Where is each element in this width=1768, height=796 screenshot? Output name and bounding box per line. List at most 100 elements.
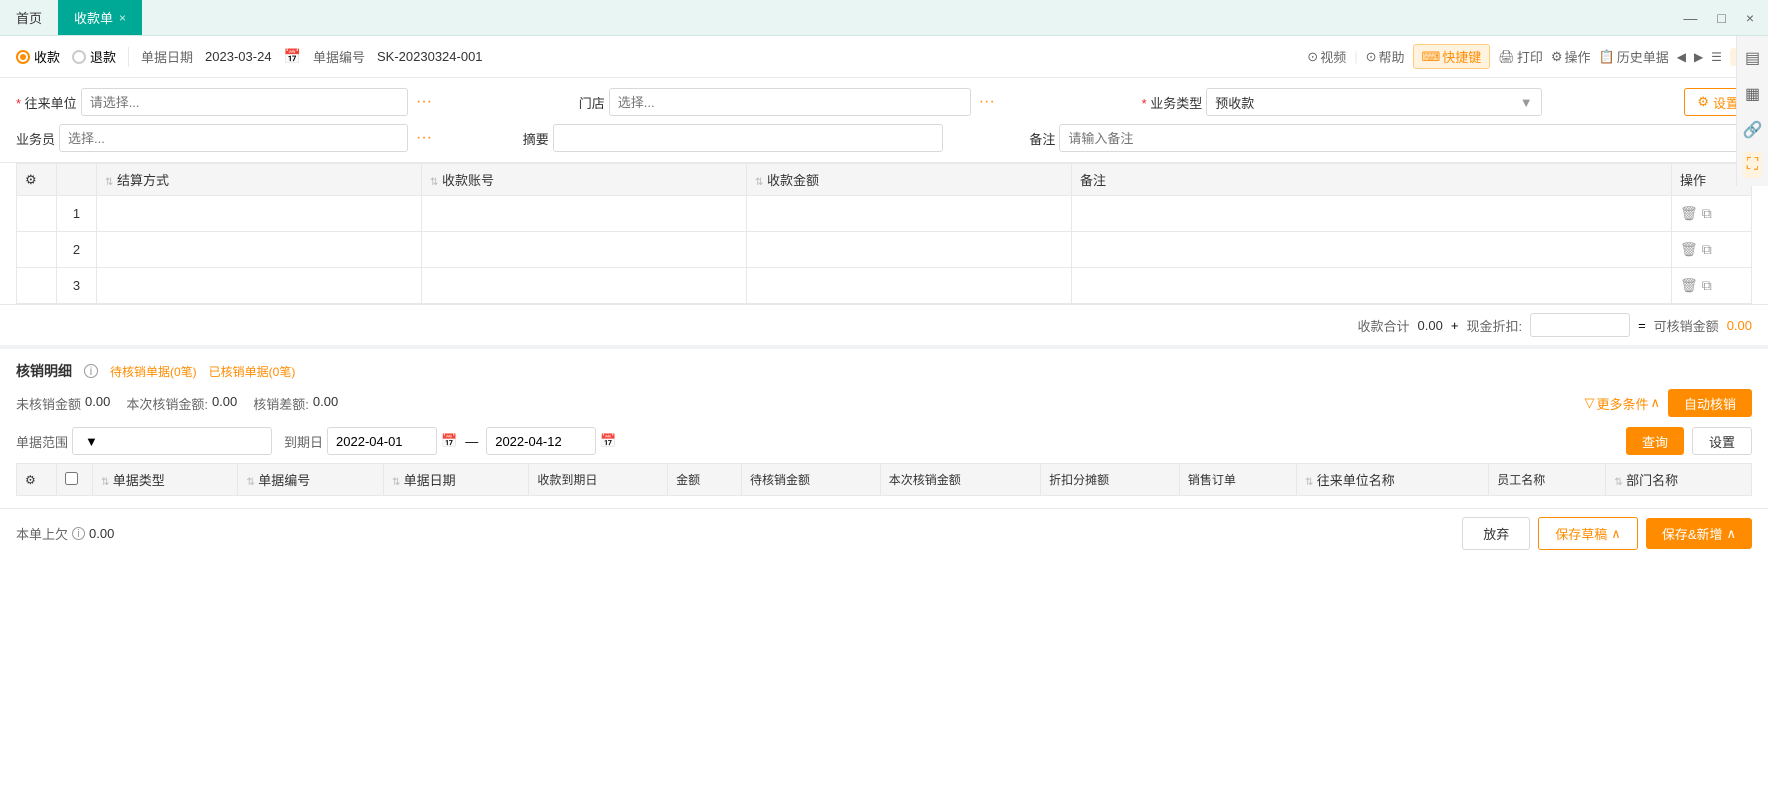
row3-amount[interactable] [747, 268, 1072, 304]
date-from-icon[interactable]: 📅 [441, 433, 457, 449]
row1-copy-icon[interactable]: ⧉ [1702, 205, 1712, 222]
video-link[interactable]: ⊙ 视频 [1307, 47, 1346, 66]
row3-delete-icon[interactable]: 🗑 [1680, 277, 1698, 294]
sidebar-icon-3[interactable]: 🔗 [1739, 116, 1767, 144]
counterpart-input[interactable] [81, 88, 408, 116]
footer-info-icon[interactable]: i [72, 527, 85, 540]
calendar-icon[interactable]: 📅 [284, 48, 301, 65]
save-new-label: 保存&新增 [1662, 524, 1723, 543]
row1-amount[interactable] [747, 196, 1072, 232]
save-new-button[interactable]: 保存&新增 ∧ [1646, 518, 1752, 549]
staff-more-icon[interactable]: ··· [412, 129, 436, 147]
receipt-radio[interactable]: 收款 [16, 47, 60, 66]
bt-col-sales-order: 销售订单 [1179, 464, 1296, 496]
more-conditions-link[interactable]: ▽ 更多条件 ∧ [1584, 394, 1660, 413]
range-select[interactable]: ▼ [72, 427, 272, 455]
row1-delete-icon[interactable]: 🗑 [1680, 205, 1698, 222]
business-type-select[interactable]: 预收款 ▼ [1206, 88, 1541, 116]
row1-ops: 🗑 ⧉ [1672, 196, 1752, 232]
layout-icon[interactable]: ☰ [1711, 50, 1722, 64]
writeoff-info-icon[interactable]: i [84, 364, 98, 378]
history-link[interactable]: 📋 历史单据 [1599, 47, 1669, 66]
row3-copy-icon[interactable]: ⧉ [1702, 277, 1712, 294]
save-draft-button[interactable]: 保存草稿 ∧ [1538, 517, 1638, 550]
col-amount-header: ⇅ 收款金额 [747, 164, 1072, 196]
due-date-field: 到期日 📅 — 📅 [284, 427, 616, 455]
auto-writeoff-button[interactable]: 自动核销 [1668, 389, 1752, 417]
writeoff-title: 核销明细 [16, 361, 72, 381]
row1-settlement[interactable] [97, 196, 422, 232]
row3-remark[interactable] [1072, 268, 1672, 304]
sidebar-icon-1[interactable]: ▤ [1741, 44, 1764, 72]
toolbar: 收款 退款 单据日期 2023-03-24 📅 单据编号 SK-20230324… [0, 36, 1768, 78]
current-label: 本单上欠 [16, 524, 68, 543]
current-value: 0.00 [89, 526, 114, 541]
save-draft-arrow: ∧ [1611, 526, 1621, 542]
save-draft-label: 保存草稿 [1555, 524, 1607, 543]
filter-settings-button[interactable]: 设置 [1692, 427, 1752, 455]
print-icon: 🖨 [1498, 49, 1515, 65]
date-to-icon[interactable]: 📅 [600, 433, 616, 449]
row2-remark[interactable] [1072, 232, 1672, 268]
col-settings-header[interactable]: ⚙ [17, 164, 57, 196]
query-button[interactable]: 查询 [1626, 427, 1684, 455]
row2-delete-icon[interactable]: 🗑 [1680, 241, 1698, 258]
row2-account[interactable] [422, 232, 747, 268]
writeoff-section: 核销明细 i 待核销单据(0笔) 已核销单据(0笔) 未核销金额 0.00 本次… [0, 345, 1768, 508]
refund-radio[interactable]: 退款 [72, 47, 116, 66]
tab-current[interactable]: 收款单 × [58, 0, 142, 35]
row2-settings [17, 232, 57, 268]
discount-input[interactable] [1530, 313, 1630, 337]
settings-gear-icon: ⚙ [1697, 94, 1709, 110]
staff-input[interactable] [59, 124, 408, 152]
data-table: ⚙ ⇅ 结算方式 ⇅ 收款账号 ⇅ 收款金额 备注 操作 1 [16, 163, 1752, 304]
tab-close-icon[interactable]: × [119, 11, 126, 25]
row2-settlement[interactable] [97, 232, 422, 268]
row3-account[interactable] [422, 268, 747, 304]
counterpart-more-icon[interactable]: ··· [412, 93, 436, 111]
row3-settings [17, 268, 57, 304]
pending-tab[interactable]: 待核销单据(0笔) [110, 363, 197, 380]
next-icon[interactable]: ▶ [1694, 50, 1703, 64]
operation-link[interactable]: ⚙ 操作 [1551, 47, 1591, 66]
abandon-button[interactable]: 放弃 [1462, 517, 1530, 550]
shortcut-link[interactable]: ⌨ 快捷键 [1413, 44, 1491, 69]
row2-copy-icon[interactable]: ⧉ [1702, 241, 1712, 258]
maximize-button[interactable]: □ [1711, 8, 1731, 28]
unrec-stat: 未核销金额 0.00 [16, 394, 110, 413]
store-more-icon[interactable]: ··· [975, 93, 999, 111]
summary-input[interactable] [553, 124, 943, 152]
sidebar-icon-2[interactable]: ▦ [1741, 80, 1764, 108]
remark-input[interactable] [1059, 124, 1752, 152]
video-icon: ⊙ [1307, 49, 1318, 65]
minimize-button[interactable]: — [1677, 8, 1703, 28]
print-link[interactable]: 🖨 打印 [1498, 47, 1543, 66]
range-field: 单据范围 ▼ [16, 427, 272, 455]
row3-settlement[interactable] [97, 268, 422, 304]
row1-remark[interactable] [1072, 196, 1672, 232]
sidebar-icon-4[interactable]: ⛶ [1743, 152, 1762, 178]
date-to-input[interactable] [486, 427, 596, 455]
bt-col-bill-no: ⇅ 单据编号 [238, 464, 383, 496]
writeoff-header: 核销明细 i 待核销单据(0笔) 已核销单据(0笔) [16, 361, 1752, 381]
row1-settings [17, 196, 57, 232]
staff-field: 业务员 ··· [16, 124, 436, 152]
bt-col-checkbox[interactable] [57, 464, 93, 496]
select-all-checkbox[interactable] [65, 472, 78, 485]
col-account-header: ⇅ 收款账号 [422, 164, 747, 196]
done-tab[interactable]: 已核销单据(0笔) [209, 363, 296, 380]
date-label: 单据日期 [141, 47, 193, 66]
store-label: 门店 [579, 93, 605, 112]
date-from-input[interactable] [327, 427, 437, 455]
close-button[interactable]: × [1740, 8, 1760, 28]
help-link[interactable]: ⊙ 帮助 [1366, 47, 1405, 66]
row2-amount[interactable] [747, 232, 1072, 268]
staff-label: 业务员 [16, 129, 55, 148]
remark-field: 备注 [1029, 124, 1752, 152]
bt-col-settings[interactable]: ⚙ [17, 464, 57, 496]
prev-icon[interactable]: ◀ [1677, 50, 1686, 64]
store-input[interactable] [609, 88, 971, 116]
footer-buttons: 放弃 保存草稿 ∧ 保存&新增 ∧ [1462, 517, 1752, 550]
tab-home[interactable]: 首页 [0, 0, 58, 35]
row1-account[interactable] [422, 196, 747, 232]
